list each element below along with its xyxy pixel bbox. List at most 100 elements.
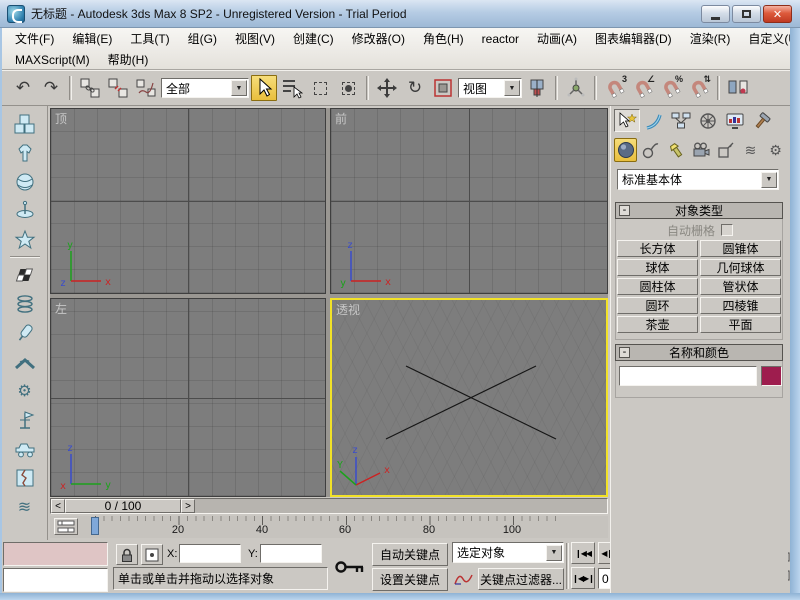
- dropdown-arrow-icon[interactable]: ▼: [504, 80, 520, 96]
- window-crossing-button[interactable]: [335, 75, 361, 101]
- object-type-button[interactable]: 管状体: [700, 278, 781, 295]
- viewport-label-top[interactable]: 顶: [55, 110, 67, 127]
- menu-item[interactable]: 修改器(O): [343, 28, 414, 49]
- menu-item[interactable]: 图表编辑器(D): [586, 28, 681, 49]
- maxscript-mini-listener-input[interactable]: [3, 568, 108, 592]
- name-color-rollout-header[interactable]: - 名称和颜色: [615, 344, 783, 361]
- maximize-button[interactable]: [732, 5, 761, 23]
- title-bar[interactable]: 无标题 - Autodesk 3ds Max 8 SP2 - Unregiste…: [0, 0, 800, 28]
- plane-button[interactable]: [8, 260, 42, 289]
- selection-set-dropdown[interactable]: 选定对象 ▼: [452, 542, 564, 563]
- key-mode-toggle-button[interactable]: ❙◀▶❙: [571, 567, 595, 589]
- menu-item[interactable]: 帮助(H): [99, 49, 158, 70]
- tab-modify[interactable]: [641, 109, 667, 132]
- key-filters-button[interactable]: 关键点过滤器...: [478, 568, 564, 590]
- unlink-selection-button[interactable]: [105, 75, 131, 101]
- auto-key-button[interactable]: 自动关键点: [372, 543, 448, 566]
- previous-frame-arrow-button[interactable]: <: [51, 499, 65, 513]
- viewport-left[interactable]: 左 z y x: [50, 298, 326, 497]
- object-type-button[interactable]: 平面: [700, 316, 781, 333]
- tab-display[interactable]: [722, 109, 748, 132]
- menu-item[interactable]: 文件(F): [6, 28, 63, 49]
- mirror-button[interactable]: [725, 75, 751, 101]
- menu-item[interactable]: MAXScript(M): [6, 51, 99, 69]
- autogrid-checkbox[interactable]: [721, 224, 733, 236]
- time-slider-button[interactable]: 0 / 100: [65, 499, 181, 513]
- time-slider-track[interactable]: < 0 / 100 >: [50, 498, 608, 514]
- menu-item[interactable]: 编辑(E): [63, 28, 121, 49]
- collapse-icon[interactable]: -: [619, 347, 630, 358]
- fracture-button[interactable]: [8, 463, 42, 492]
- selection-lock-toggle-button[interactable]: [116, 544, 138, 565]
- percent-snap-toggle-button[interactable]: %: [658, 74, 684, 101]
- dropdown-arrow-icon[interactable]: ▼: [761, 171, 777, 188]
- object-color-swatch[interactable]: [761, 366, 782, 386]
- rectangular-selection-region-button[interactable]: [307, 75, 333, 101]
- dropdown-arrow-icon[interactable]: ▼: [231, 80, 247, 96]
- wind-button[interactable]: [8, 405, 42, 434]
- object-type-button[interactable]: 圆环: [617, 297, 698, 314]
- maxscript-mini-listener-macro[interactable]: [3, 542, 108, 566]
- object-type-button[interactable]: 长方体: [617, 240, 698, 257]
- menu-item[interactable]: 工具(T): [121, 28, 178, 49]
- minimize-button[interactable]: [701, 5, 730, 23]
- select-and-link-button[interactable]: [77, 75, 103, 101]
- water-button[interactable]: ≋: [8, 492, 42, 521]
- x-coordinate-field[interactable]: [179, 544, 241, 563]
- object-type-button[interactable]: 球体: [617, 259, 698, 276]
- collapse-icon[interactable]: -: [619, 205, 630, 216]
- object-name-field[interactable]: [619, 366, 757, 386]
- select-by-name-button[interactable]: [279, 75, 305, 101]
- window-border-bottom[interactable]: [0, 593, 800, 600]
- close-button[interactable]: ✕: [763, 5, 792, 23]
- set-key-button[interactable]: 设置关键点: [372, 568, 448, 591]
- category-helpers-button[interactable]: [714, 138, 737, 162]
- menu-item[interactable]: 动画(A): [528, 28, 586, 49]
- category-space-warps-button[interactable]: ≋: [739, 138, 762, 162]
- select-and-manipulate-button[interactable]: [563, 75, 589, 101]
- snaps-toggle-button[interactable]: 3: [602, 74, 628, 101]
- select-object-button[interactable]: [251, 75, 277, 101]
- menu-item[interactable]: reactor: [473, 30, 528, 48]
- viewport-top[interactable]: 顶 y x z: [50, 108, 326, 294]
- linear-dashpot-button[interactable]: [8, 318, 42, 347]
- next-frame-arrow-button[interactable]: >: [181, 499, 195, 513]
- viewport-label-front[interactable]: 前: [335, 110, 347, 127]
- tab-hierarchy[interactable]: [668, 109, 694, 132]
- angle-snap-toggle-button[interactable]: ∠: [630, 74, 656, 101]
- object-type-button[interactable]: 圆锥体: [700, 240, 781, 257]
- primitive-category-dropdown[interactable]: 标准基本体 ▼: [617, 169, 779, 190]
- category-shapes-button[interactable]: [639, 138, 662, 162]
- spring-button[interactable]: [8, 289, 42, 318]
- y-coordinate-field[interactable]: [260, 544, 322, 563]
- motor-button[interactable]: ⚙: [8, 376, 42, 405]
- select-and-rotate-button[interactable]: ↻: [402, 75, 428, 101]
- undo-button[interactable]: ↶: [10, 75, 36, 101]
- category-systems-button[interactable]: ⚙: [764, 138, 787, 162]
- category-lights-button[interactable]: [664, 138, 687, 162]
- dropdown-arrow-icon[interactable]: ▼: [546, 544, 562, 561]
- menu-item[interactable]: 视图(V): [226, 28, 284, 49]
- window-border-right[interactable]: [790, 28, 800, 600]
- rope-collection-button[interactable]: [8, 196, 42, 225]
- category-geometry-button[interactable]: [614, 138, 637, 162]
- track-bar[interactable]: 020406080100: [50, 516, 608, 538]
- tab-create[interactable]: [614, 109, 640, 132]
- rigid-body-collection-button[interactable]: [8, 109, 42, 138]
- open-mini-curve-editor-button[interactable]: [54, 518, 78, 535]
- spinner-snap-toggle-button[interactable]: ⇅: [686, 74, 712, 101]
- select-and-move-button[interactable]: [374, 75, 400, 101]
- absolute-offset-mode-button[interactable]: [141, 544, 163, 565]
- object-type-button[interactable]: 圆柱体: [617, 278, 698, 295]
- bind-to-space-warp-button[interactable]: [133, 75, 159, 101]
- menu-item[interactable]: 渲染(R): [681, 28, 740, 49]
- viewport-label-perspective[interactable]: 透视: [336, 301, 360, 318]
- default-in-out-tangents-button[interactable]: [452, 568, 474, 589]
- cloth-collection-button[interactable]: [8, 138, 42, 167]
- viewport-perspective[interactable]: 透视 z x Y: [330, 298, 608, 497]
- reference-coordinate-system-dropdown[interactable]: 视图 ▼: [458, 78, 522, 98]
- app-logo-icon[interactable]: [7, 4, 25, 23]
- toy-car-button[interactable]: [8, 434, 42, 463]
- menu-item[interactable]: 组(G): [179, 28, 226, 49]
- angular-dashpot-button[interactable]: [8, 347, 42, 376]
